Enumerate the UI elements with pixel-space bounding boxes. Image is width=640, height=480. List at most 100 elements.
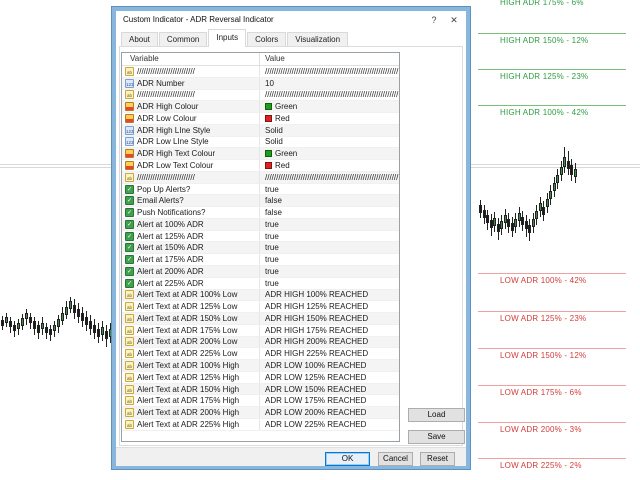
candle-body (545, 199, 549, 207)
param-row[interactable]: ✓ Push Notifications? false (122, 207, 399, 219)
param-value-cell[interactable]: ADR LOW 150% REACHED (260, 384, 399, 395)
param-value-cell[interactable]: ADR HIGH 200% REACHED (260, 337, 399, 348)
param-row[interactable]: ab Alert Text at ADR 150% Low ADR HIGH 150… (122, 313, 399, 325)
param-value-cell[interactable]: Green (260, 148, 399, 159)
param-variable-cell: ✓ Push Notifications? (122, 207, 260, 218)
param-row[interactable]: ✓ Alert at 125% ADR true (122, 230, 399, 243)
load-button[interactable]: Load (408, 408, 465, 422)
ok-button[interactable]: OK (325, 452, 370, 466)
param-value-cell[interactable]: Red (260, 160, 399, 171)
candle-body (53, 325, 56, 331)
param-row[interactable]: ADR Low Colour Red (122, 113, 399, 125)
param-value-cell[interactable]: ////////////////////////////////////////… (260, 172, 399, 183)
param-row[interactable]: ab Alert Text at ADR 125% Low ADR HIGH 125… (122, 301, 399, 314)
param-row[interactable]: ADR High Colour Green (122, 101, 399, 114)
param-variable: Alert Text at ADR 100% High (137, 361, 240, 371)
param-row[interactable]: ab Alert Text at ADR 100% High ADR LOW 100… (122, 360, 399, 372)
text-param-icon: ab (125, 290, 134, 300)
param-row[interactable]: ab//////////////////////////////////////… (122, 89, 399, 102)
param-row[interactable]: ab//////////////////////////////////////… (122, 171, 399, 184)
param-value-cell[interactable]: true (260, 184, 399, 195)
param-value-cell[interactable]: true (260, 266, 399, 277)
param-value: ////////////////////////////////////////… (265, 66, 399, 76)
param-row[interactable]: ab Alert Text at ADR 200% High ADR LOW 200… (122, 407, 399, 419)
param-row[interactable]: ab Alert Text at ADR 125% High ADR LOW 125… (122, 371, 399, 384)
param-row[interactable]: ✓ Alert at 200% ADR true (122, 266, 399, 278)
param-row[interactable]: ✓ Email Alerts? false (122, 195, 399, 208)
adr-low-level-line[interactable] (478, 385, 626, 386)
bool-param-icon: ✓ (125, 255, 134, 265)
param-value-cell[interactable]: ////////////////////////////////////////… (260, 66, 399, 77)
param-row[interactable]: ab Alert Text at ADR 200% Low ADR HIGH 200… (122, 336, 399, 349)
tab-colors[interactable]: Colors (247, 32, 287, 47)
param-value-cell[interactable]: false (260, 207, 399, 218)
param-value-cell[interactable]: true (260, 231, 399, 242)
param-value-cell[interactable]: Solid (260, 137, 399, 148)
param-value-cell[interactable]: ADR LOW 100% REACHED (260, 360, 399, 371)
param-value-cell[interactable]: Green (260, 101, 399, 112)
help-icon[interactable]: ? (426, 13, 442, 27)
param-row[interactable]: 123 ADR Number 10 (122, 77, 399, 90)
param-variable: Push Notifications? (137, 208, 206, 218)
candle-body (65, 307, 68, 315)
tab-about[interactable]: About (121, 32, 158, 47)
adr-low-level-line[interactable] (478, 422, 626, 423)
param-row[interactable]: ✓ Alert at 225% ADR true (122, 277, 399, 290)
param-value-cell[interactable]: true (260, 254, 399, 265)
param-variable: Alert at 150% ADR (137, 243, 204, 253)
param-row[interactable]: ab Alert Text at ADR 150% High ADR LOW 150… (122, 383, 399, 396)
param-variable-cell: ab Alert Text at ADR 125% High (122, 371, 260, 383)
param-row[interactable]: ab Alert Text at ADR 100% Low ADR HIGH 100… (122, 289, 399, 302)
cancel-button[interactable]: Cancel (378, 452, 413, 466)
param-value-cell[interactable]: ////////////////////////////////////////… (260, 90, 399, 101)
param-value: ADR LOW 200% REACHED (265, 408, 367, 418)
param-value: true (265, 255, 279, 265)
param-value-cell[interactable]: true (260, 278, 399, 289)
param-value-cell[interactable]: ADR LOW 225% REACHED (260, 419, 399, 430)
param-row[interactable]: ✓ Alert at 150% ADR true (122, 242, 399, 255)
dialog-titlebar[interactable]: Custom Indicator - ADR Reversal Indicato… (116, 11, 466, 32)
reset-button[interactable]: Reset (420, 452, 455, 466)
adr-low-level-line[interactable] (478, 348, 626, 349)
param-row[interactable]: ✓ Pop Up Alerts? true (122, 183, 399, 196)
param-row[interactable]: 123 ADR Low LIne Style Solid (122, 136, 399, 149)
adr-high-level-line[interactable] (478, 33, 626, 34)
candle-body (57, 319, 60, 327)
param-value-cell[interactable]: ADR HIGH 150% REACHED (260, 313, 399, 324)
candle-body (45, 327, 48, 333)
param-row[interactable]: ab Alert Text at ADR 225% Low ADR HIGH 225… (122, 348, 399, 361)
param-row[interactable]: ab Alert Text at ADR 175% High ADR LOW 175… (122, 395, 399, 408)
param-value-cell[interactable]: ADR LOW 175% REACHED (260, 395, 399, 406)
adr-high-level-line[interactable] (478, 69, 626, 70)
param-row[interactable]: ab Alert Text at ADR 225% High ADR LOW 225… (122, 418, 399, 431)
tab-common[interactable]: Common (158, 32, 208, 47)
param-row[interactable]: ab Alert Text at ADR 175% Low ADR HIGH 175… (122, 324, 399, 337)
param-row[interactable]: ADR High Text Colour Green (122, 148, 399, 161)
param-value-cell[interactable]: true (260, 219, 399, 230)
param-row[interactable]: ADR Low Text Colour Red (122, 160, 399, 172)
param-value-cell[interactable]: ADR HIGH 125% REACHED (260, 301, 399, 312)
param-row[interactable]: ab//////////////////////////////////////… (122, 66, 399, 78)
param-value-cell[interactable]: ADR HIGH 100% REACHED (260, 290, 399, 301)
param-value-cell[interactable]: true (260, 242, 399, 253)
param-row[interactable]: ✓ Alert at 175% ADR true (122, 254, 399, 267)
save-button[interactable]: Save (408, 430, 465, 444)
param-value-cell[interactable]: ADR LOW 200% REACHED (260, 407, 399, 418)
candle-body (17, 323, 20, 329)
param-row[interactable]: ✓ Alert at 100% ADR true (122, 218, 399, 231)
param-row[interactable]: 123 ADR High LIne Style Solid (122, 124, 399, 137)
tab-inputs[interactable]: Inputs (208, 29, 247, 47)
param-value-cell[interactable]: false (260, 195, 399, 206)
adr-high-level-line[interactable] (478, 105, 626, 106)
adr-low-level-line[interactable] (478, 311, 626, 312)
param-value-cell[interactable]: ADR LOW 125% REACHED (260, 372, 399, 383)
param-value-cell[interactable]: ADR HIGH 175% REACHED (260, 325, 399, 336)
tab-visualization[interactable]: Visualization (287, 32, 349, 47)
param-value-cell[interactable]: Red (260, 113, 399, 124)
param-value-cell[interactable]: ADR HIGH 225% REACHED (260, 348, 399, 359)
param-value-cell[interactable]: 10 (260, 78, 399, 89)
adr-low-level-line[interactable] (478, 273, 626, 274)
close-icon[interactable]: ✕ (446, 13, 462, 27)
adr-low-level-line[interactable] (478, 458, 626, 459)
param-value-cell[interactable]: Solid (260, 125, 399, 136)
